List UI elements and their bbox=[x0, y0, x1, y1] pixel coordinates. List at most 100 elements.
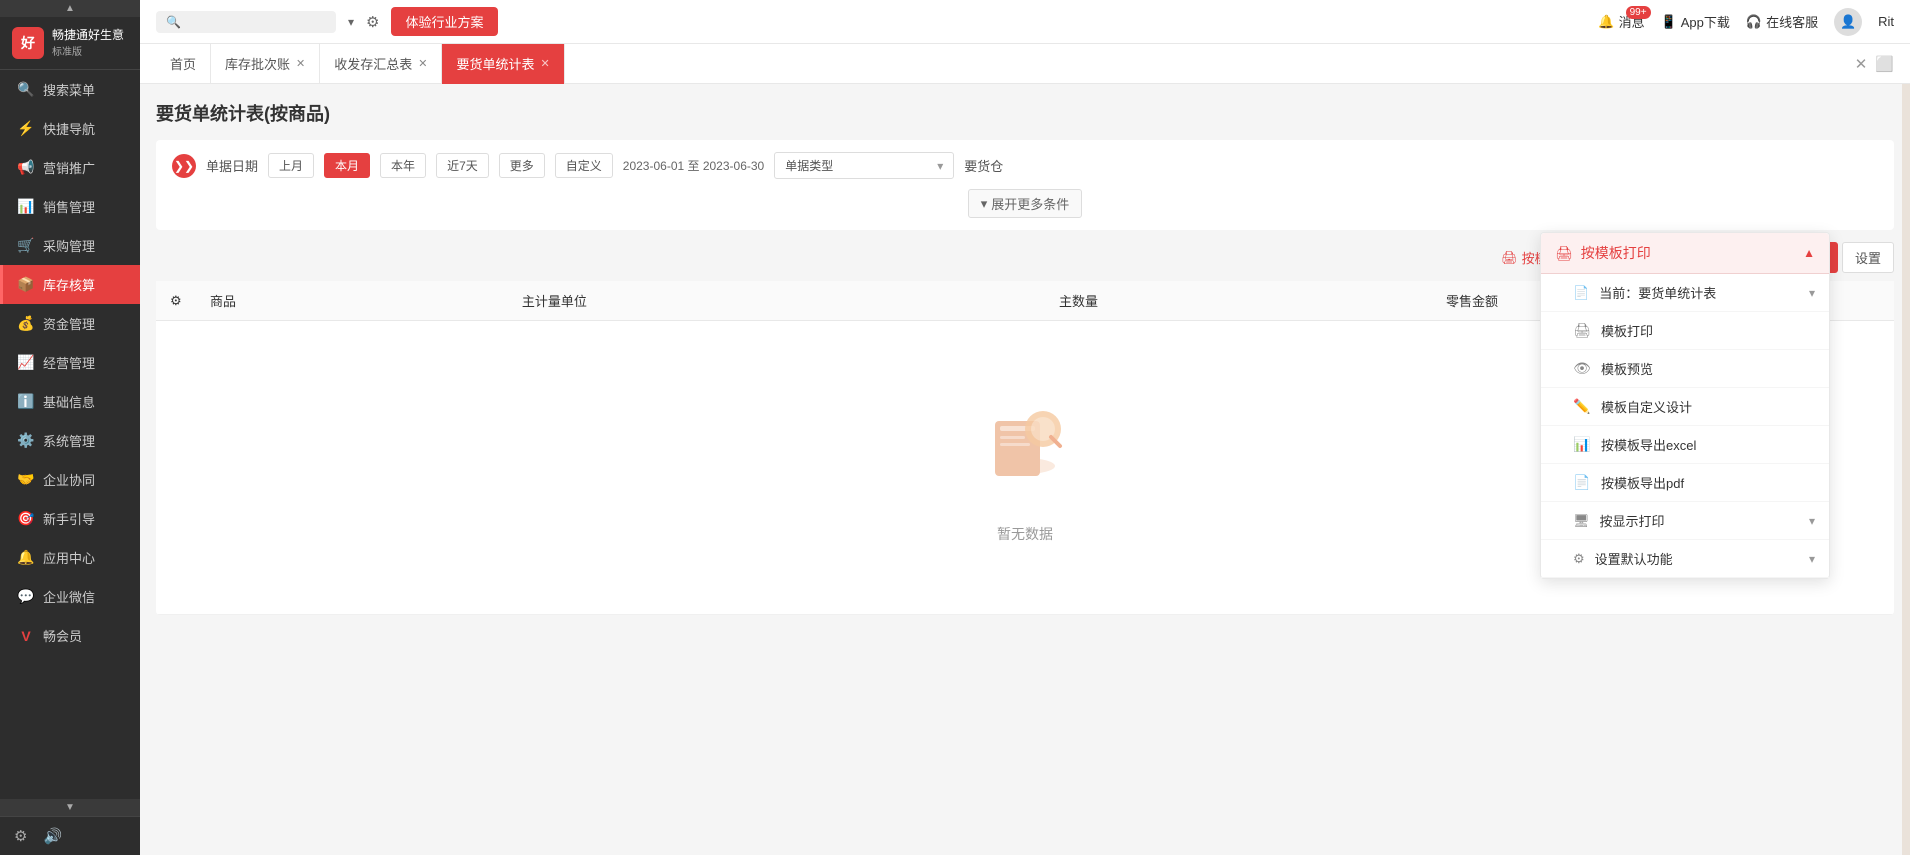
print-dropdown-title-area: 🖨 按模板打印 bbox=[1555, 243, 1651, 263]
empty-icon bbox=[975, 391, 1075, 510]
settings-icon[interactable]: ⚙ bbox=[14, 827, 27, 845]
sidebar-item-operation[interactable]: 📈 经营管理 bbox=[0, 343, 140, 382]
window-close-btn[interactable]: ✕ bbox=[1855, 55, 1868, 73]
sidebar-item-vip[interactable]: V 畅会员 bbox=[0, 616, 140, 655]
sidebar-item-system-label: 系统管理 bbox=[43, 431, 95, 450]
sidebar-item-purchase[interactable]: 🛒 采购管理 bbox=[0, 226, 140, 265]
search-bar-icon: 🔍 bbox=[166, 15, 181, 29]
collab-icon: 🤝 bbox=[17, 471, 35, 488]
set-default-left: ⚙ 设置默认功能 bbox=[1573, 549, 1673, 568]
tab-inventory-batch[interactable]: 库存批次账 ✕ bbox=[211, 44, 320, 84]
sidebar-item-purchase-label: 采购管理 bbox=[43, 236, 95, 255]
date-btn-custom[interactable]: 自定义 bbox=[555, 153, 613, 178]
template-export-excel-label: 按模板导出excel bbox=[1601, 435, 1696, 454]
system-icon: ⚙️ bbox=[17, 432, 35, 449]
app-version: 标准版 bbox=[52, 43, 124, 58]
username-label[interactable]: Rit bbox=[1878, 14, 1894, 29]
wechat-icon: 💬 bbox=[17, 588, 35, 605]
online-service-btn[interactable]: 🎧 在线客服 bbox=[1746, 12, 1818, 31]
print-dropdown-header[interactable]: 🖨 按模板打印 ▲ bbox=[1541, 233, 1829, 274]
app-download-icon: 📱 bbox=[1661, 14, 1677, 30]
tab-collection-summary-close[interactable]: ✕ bbox=[418, 57, 427, 70]
expand-icon: ▾ bbox=[981, 196, 988, 212]
user-avatar[interactable]: 👤 bbox=[1834, 8, 1862, 36]
speaker-icon[interactable]: 🔊 bbox=[43, 827, 62, 845]
sidebar-item-sales[interactable]: 📊 销售管理 bbox=[0, 187, 140, 226]
sidebar-logo: 好 畅捷通好生意 标准版 bbox=[0, 17, 140, 70]
app-name: 畅捷通好生意 bbox=[52, 28, 124, 44]
window-buttons: ✕ ⬜ bbox=[1855, 55, 1894, 73]
sidebar-item-inventory-label: 库存核算 bbox=[43, 275, 95, 294]
tab-inventory-batch-close[interactable]: ✕ bbox=[296, 57, 305, 70]
sidebar-item-inventory[interactable]: 📦 库存核算 bbox=[0, 265, 140, 304]
sidebar-item-appstore[interactable]: 🔔 应用中心 bbox=[0, 538, 140, 577]
sidebar-item-finance[interactable]: 💰 资金管理 bbox=[0, 304, 140, 343]
date-btn-more[interactable]: 更多 bbox=[499, 153, 545, 178]
header-dropdown-arrow[interactable]: ▾ bbox=[348, 15, 354, 29]
print-dropdown-icon: 🖨 bbox=[1555, 245, 1573, 262]
basic-icon: ℹ️ bbox=[17, 393, 35, 410]
display-print-item[interactable]: 🖥 按显示打印 ▾ bbox=[1541, 502, 1829, 540]
tab-home[interactable]: 首页 bbox=[156, 44, 211, 84]
sidebar-item-quick-nav[interactable]: ⚡ 快捷导航 bbox=[0, 109, 140, 148]
settings-toolbar-btn[interactable]: 设置 bbox=[1842, 242, 1894, 273]
main-area: 🔍 ▾ ⚙ 体验行业方案 🔔 消息 99+ 📱 App下载 🎧 在线客服 👤 bbox=[140, 0, 1910, 855]
sidebar-item-collab[interactable]: 🤝 企业协同 bbox=[0, 460, 140, 499]
sidebar-item-sales-label: 销售管理 bbox=[43, 197, 95, 216]
order-type-select[interactable]: 单据类型 ▾ bbox=[774, 152, 954, 179]
template-custom-item[interactable]: ✏️ 模板自定义设计 bbox=[1541, 388, 1829, 426]
header-gear-icon[interactable]: ⚙ bbox=[366, 13, 379, 31]
service-icon: 🎧 bbox=[1746, 14, 1762, 30]
template-export-pdf-item[interactable]: 📄 按模板导出pdf bbox=[1541, 464, 1829, 502]
trial-btn[interactable]: 体验行业方案 bbox=[391, 7, 497, 36]
template-preview-item[interactable]: 👁 模板预览 bbox=[1541, 350, 1829, 388]
content-area: 要货单统计表(按商品) ❯❯ 单据日期 上月 本月 本年 近7天 更多 自定义 … bbox=[140, 84, 1910, 855]
sidebar-item-newbie[interactable]: 🎯 新手引导 bbox=[0, 499, 140, 538]
sidebar-bottom: ⚙ 🔊 bbox=[0, 816, 140, 855]
tab-order-stats-label: 要货单统计表 bbox=[456, 54, 534, 73]
header-search-bar[interactable]: 🔍 bbox=[156, 11, 336, 33]
sidebar-item-wechat[interactable]: 💬 企业微信 bbox=[0, 577, 140, 616]
date-btn-prev-month[interactable]: 上月 bbox=[268, 153, 314, 178]
template-preview-icon: 👁 bbox=[1573, 360, 1591, 377]
sidebar-item-system[interactable]: ⚙️ 系统管理 bbox=[0, 421, 140, 460]
window-maximize-btn[interactable]: ⬜ bbox=[1875, 55, 1894, 73]
finance-icon: 💰 bbox=[17, 315, 35, 332]
filter-bar: ❯❯ 单据日期 上月 本月 本年 近7天 更多 自定义 2023-06-01 至… bbox=[156, 140, 1894, 230]
notification-btn[interactable]: 🔔 消息 99+ bbox=[1598, 12, 1644, 31]
top-header: 🔍 ▾ ⚙ 体验行业方案 🔔 消息 99+ 📱 App下载 🎧 在线客服 👤 bbox=[140, 0, 1910, 44]
sidebar-item-search-label: 搜索菜单 bbox=[43, 80, 95, 99]
sidebar-scroll-up[interactable]: ▲ bbox=[0, 0, 140, 17]
col-settings[interactable]: ⚙ bbox=[156, 281, 196, 321]
app-download-btn[interactable]: 📱 App下载 bbox=[1661, 12, 1730, 31]
sidebar-item-operation-label: 经营管理 bbox=[43, 353, 95, 372]
tab-order-stats[interactable]: 要货单统计表 ✕ bbox=[442, 44, 564, 84]
date-btn-last7[interactable]: 近7天 bbox=[436, 153, 489, 178]
app-download-label: App下载 bbox=[1681, 12, 1730, 31]
col-goods: 商品 bbox=[196, 281, 508, 321]
set-default-icon: ⚙ bbox=[1573, 551, 1585, 567]
sidebar-item-marketing[interactable]: 📢 营销推广 bbox=[0, 148, 140, 187]
template-print-icon: 🖨 bbox=[1573, 322, 1591, 339]
sidebar-item-basic[interactable]: ℹ️ 基础信息 bbox=[0, 382, 140, 421]
sidebar-item-search[interactable]: 🔍 搜索菜单 bbox=[0, 70, 140, 109]
date-btn-this-month[interactable]: 本月 bbox=[324, 153, 370, 178]
order-goods-label: 要货仓 bbox=[964, 156, 1003, 175]
current-template-item[interactable]: 📄 当前：要货单统计表 ▾ bbox=[1541, 274, 1829, 312]
tab-bar: 首页 库存批次账 ✕ 收发存汇总表 ✕ 要货单统计表 ✕ ✕ ⬜ bbox=[140, 44, 1910, 84]
filter-expand-btn[interactable]: ❯❯ bbox=[172, 154, 196, 178]
template-print-item[interactable]: 🖨 模板打印 bbox=[1541, 312, 1829, 350]
sidebar-scroll-down[interactable]: ▼ bbox=[0, 799, 140, 816]
template-export-excel-item[interactable]: 📊 按模板导出excel bbox=[1541, 426, 1829, 464]
sidebar-item-basic-label: 基础信息 bbox=[43, 392, 95, 411]
date-btn-this-year[interactable]: 本年 bbox=[380, 153, 426, 178]
tab-collection-summary[interactable]: 收发存汇总表 ✕ bbox=[320, 44, 442, 84]
set-default-item[interactable]: ⚙ 设置默认功能 ▾ bbox=[1541, 540, 1829, 578]
tab-order-stats-close[interactable]: ✕ bbox=[541, 57, 550, 70]
expand-conditions-btn[interactable]: ▾ 展开更多条件 bbox=[968, 189, 1083, 218]
newbie-icon: 🎯 bbox=[17, 510, 35, 527]
template-custom-label: 模板自定义设计 bbox=[1601, 397, 1692, 416]
right-scrollbar[interactable] bbox=[1902, 84, 1910, 855]
current-template-left: 📄 当前：要货单统计表 bbox=[1573, 283, 1716, 302]
current-template-icon: 📄 bbox=[1573, 285, 1589, 301]
